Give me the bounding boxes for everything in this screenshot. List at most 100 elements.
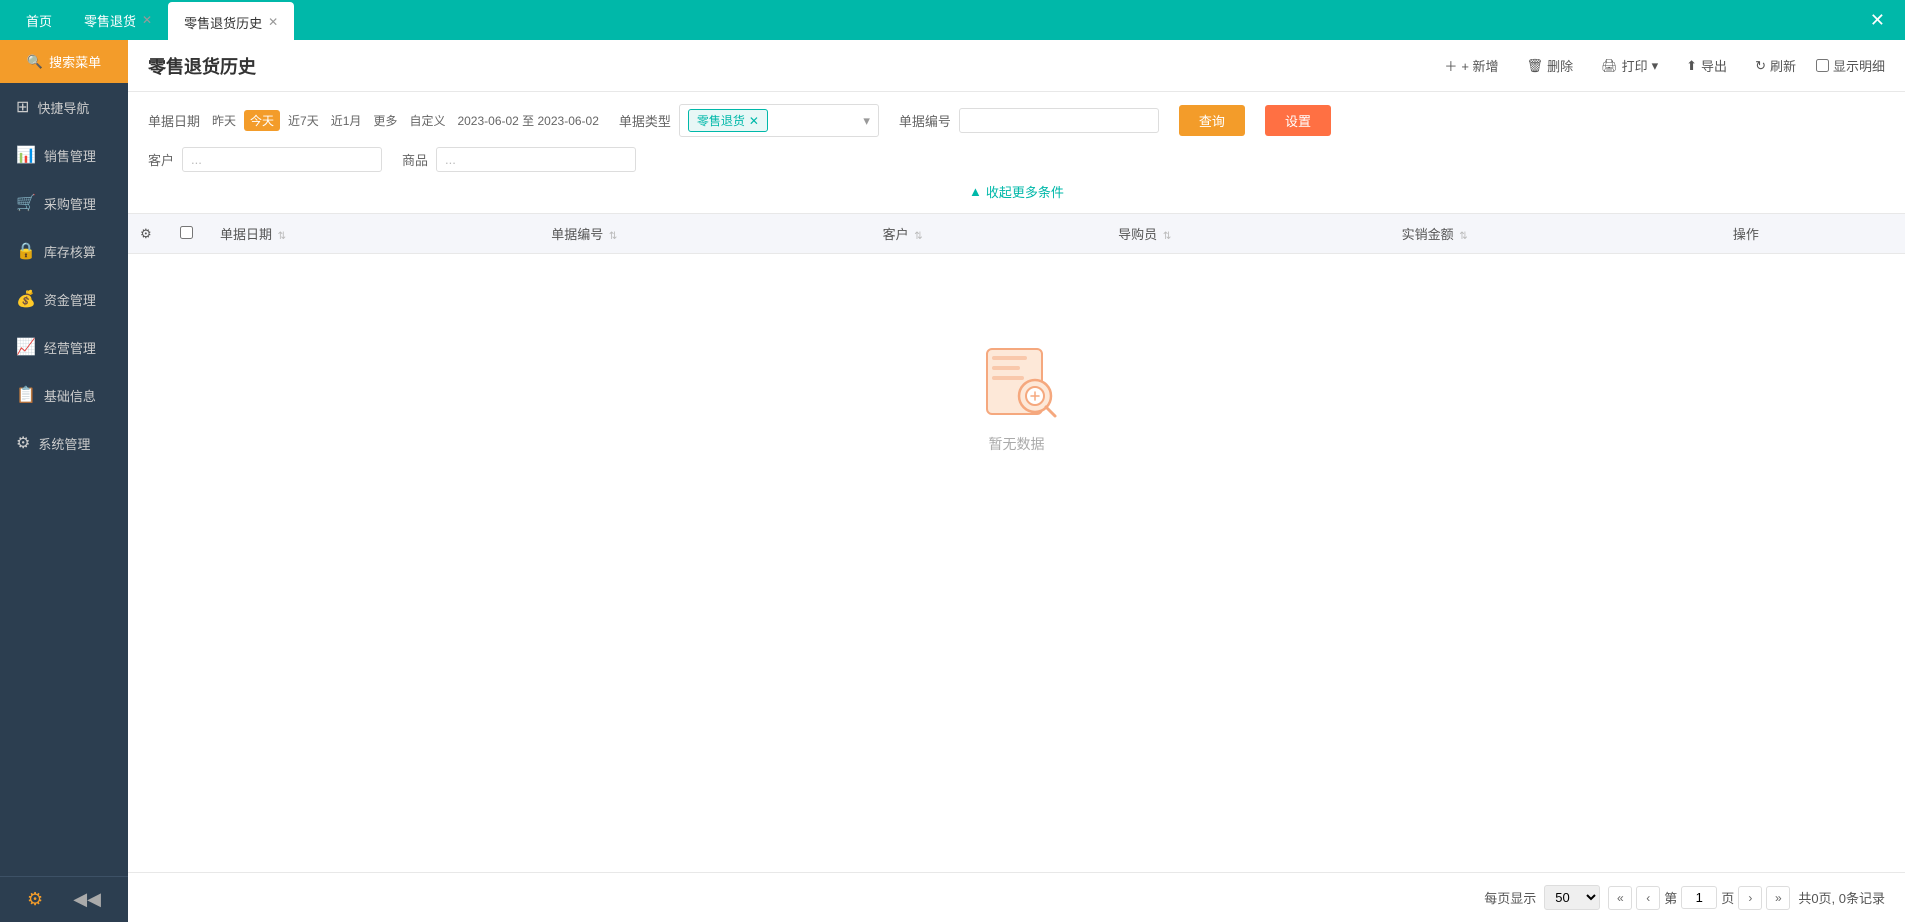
- th-action: 操作: [1721, 214, 1905, 254]
- tab-home[interactable]: 首页: [10, 0, 68, 40]
- refresh-icon: ↻: [1755, 58, 1766, 74]
- filter-customer: 客户 ...: [148, 147, 382, 172]
- last-page-button[interactable]: »: [1766, 886, 1790, 910]
- date-more[interactable]: 更多: [369, 110, 401, 131]
- purchase-icon: 🛒: [16, 193, 36, 213]
- setting-button[interactable]: 设置: [1265, 105, 1331, 136]
- query-button[interactable]: 查询: [1179, 105, 1245, 136]
- next-page-button[interactable]: ›: [1738, 886, 1762, 910]
- finance-icon: 💰: [16, 289, 36, 309]
- sidebar-item-basic-info[interactable]: 📋 基础信息: [0, 371, 128, 419]
- sidebar-search[interactable]: 🔍 搜索菜单: [0, 40, 128, 83]
- doc-type-tag-close[interactable]: ✕: [749, 114, 759, 128]
- goods-label: 商品: [402, 150, 428, 169]
- export-icon: ⬆: [1686, 58, 1697, 74]
- filter-doc-number: 单据编号: [899, 108, 1159, 133]
- sidebar-item-system[interactable]: ⚙ 系统管理: [0, 419, 128, 467]
- sidebar-item-sales-label: 销售管理: [44, 146, 96, 165]
- doc-type-select[interactable]: 零售退货 ✕ ▾: [679, 104, 879, 137]
- customer-select[interactable]: ...: [182, 147, 382, 172]
- th-settings[interactable]: ⚙: [128, 214, 168, 254]
- collapse-button[interactable]: ▲ 收起更多条件: [969, 182, 1064, 201]
- number-sort-icon: ⇅: [609, 231, 617, 242]
- filter-row-1: 单据日期 昨天 今天 近7天 近1月 更多 自定义 2023-06-02 至 2…: [148, 104, 1885, 137]
- tab-return-history-close[interactable]: ✕: [268, 15, 278, 29]
- first-page-button[interactable]: «: [1608, 886, 1632, 910]
- filter-row-2: 客户 ... 商品 ...: [148, 147, 1885, 172]
- system-icon: ⚙: [16, 433, 30, 453]
- refresh-button[interactable]: ↻ 刷新: [1747, 52, 1804, 79]
- tab-return[interactable]: 零售退货 ✕: [68, 0, 168, 40]
- date-today[interactable]: 今天: [244, 110, 280, 131]
- display-detail-checkbox[interactable]: [1816, 59, 1829, 72]
- date-last7[interactable]: 近7天: [284, 110, 323, 131]
- export-button[interactable]: ⬆ 导出: [1678, 52, 1735, 79]
- main-layout: 🔍 搜索菜单 ⊞ 快捷导航 📊 销售管理 🛒 采购管理 🔒 库存核算 💰 资金管…: [0, 40, 1905, 922]
- date-custom[interactable]: 自定义: [405, 110, 449, 131]
- customer-label: 客户: [148, 150, 174, 169]
- goods-select[interactable]: ...: [436, 147, 636, 172]
- date-yesterday[interactable]: 昨天: [208, 110, 240, 131]
- select-all-checkbox[interactable]: [180, 226, 193, 239]
- th-amount[interactable]: 实销金额 ⇅: [1390, 214, 1721, 254]
- basic-info-icon: 📋: [16, 385, 36, 405]
- page-header: 零售退货历史 ＋ + 新增 🗑 删除 🖨 打印 ▾ ⬆ 导出: [128, 40, 1905, 92]
- th-number[interactable]: 单据编号 ⇅: [539, 214, 870, 254]
- amount-sort-icon: ⇅: [1459, 231, 1467, 242]
- sidebar-item-operations[interactable]: 📈 经营管理: [0, 323, 128, 371]
- customer-placeholder: ...: [191, 152, 202, 167]
- date-options: 昨天 今天 近7天 近1月 更多 自定义: [208, 110, 449, 131]
- page-title: 零售退货历史: [148, 53, 256, 79]
- sidebar-item-finance-label: 资金管理: [44, 290, 96, 309]
- goods-placeholder: ...: [445, 152, 456, 167]
- doc-number-input[interactable]: [959, 108, 1159, 133]
- print-button[interactable]: 🖨 打印 ▾: [1593, 52, 1666, 79]
- page-unit: 页: [1721, 888, 1734, 907]
- sidebar-item-sales[interactable]: 📊 销售管理: [0, 131, 128, 179]
- sidebar-item-quick-nav[interactable]: ⊞ 快捷导航: [0, 83, 128, 131]
- sidebar-item-inventory[interactable]: 🔒 库存核算: [0, 227, 128, 275]
- new-label: + 新增: [1461, 56, 1498, 75]
- sidebar-settings-icon[interactable]: ⚙: [27, 889, 43, 910]
- tab-return-close[interactable]: ✕: [142, 13, 152, 27]
- doc-number-label: 单据编号: [899, 111, 951, 130]
- display-detail: 显示明细: [1816, 56, 1885, 75]
- sidebar-volume-icon[interactable]: ◀◀: [73, 889, 101, 910]
- sidebar-search-label: 搜索菜单: [49, 52, 101, 71]
- page-label: 第: [1664, 888, 1677, 907]
- doc-type-tag: 零售退货 ✕: [688, 109, 768, 132]
- sidebar-item-quick-nav-label: 快捷导航: [37, 98, 89, 117]
- tab-return-history-label: 零售退货历史: [184, 13, 262, 32]
- delete-button[interactable]: 🗑 删除: [1519, 52, 1582, 79]
- date-last-month[interactable]: 近1月: [327, 110, 366, 131]
- th-customer[interactable]: 客户 ⇅: [871, 214, 1107, 254]
- settings-icon: ⚙: [140, 226, 152, 241]
- total-info: 共0页, 0条记录: [1798, 888, 1885, 907]
- delete-icon: 🗑: [1527, 58, 1544, 74]
- data-table: ⚙ 单据日期 ⇅ 单据编号 ⇅: [128, 214, 1905, 254]
- sidebar-item-purchase[interactable]: 🛒 采购管理: [0, 179, 128, 227]
- th-checkbox[interactable]: [168, 214, 208, 254]
- display-detail-label: 显示明细: [1833, 56, 1885, 75]
- tab-return-history[interactable]: 零售退货历史 ✕: [168, 2, 294, 42]
- per-page-select[interactable]: 50 10 20 100: [1544, 885, 1600, 910]
- sidebar-item-inventory-label: 库存核算: [44, 242, 96, 261]
- toolbar: ＋ + 新增 🗑 删除 🖨 打印 ▾ ⬆ 导出 ↻: [1436, 52, 1885, 79]
- filter-goods: 商品 ...: [402, 147, 636, 172]
- empty-text: 暂无数据: [989, 434, 1045, 454]
- th-date[interactable]: 单据日期 ⇅: [208, 214, 539, 254]
- sidebar-item-finance[interactable]: 💰 资金管理: [0, 275, 128, 323]
- date-range: 2023-06-02 至 2023-06-02: [457, 112, 598, 129]
- top-bar: 首页 零售退货 ✕ 零售退货历史 ✕ ✕: [0, 0, 1905, 40]
- table-header-row: ⚙ 单据日期 ⇅ 单据编号 ⇅: [128, 214, 1905, 254]
- window-close-button[interactable]: ✕: [1860, 10, 1895, 31]
- page-number-input[interactable]: 1: [1681, 886, 1717, 909]
- empty-illustration: [967, 334, 1067, 434]
- th-guide[interactable]: 导购员 ⇅: [1106, 214, 1389, 254]
- export-label: 导出: [1701, 56, 1727, 75]
- print-arrow-icon: ▾: [1652, 58, 1659, 74]
- sidebar-item-system-label: 系统管理: [38, 434, 90, 453]
- prev-page-button[interactable]: ‹: [1636, 886, 1660, 910]
- date-filter-label: 单据日期: [148, 111, 200, 130]
- new-button[interactable]: ＋ + 新增: [1436, 52, 1506, 79]
